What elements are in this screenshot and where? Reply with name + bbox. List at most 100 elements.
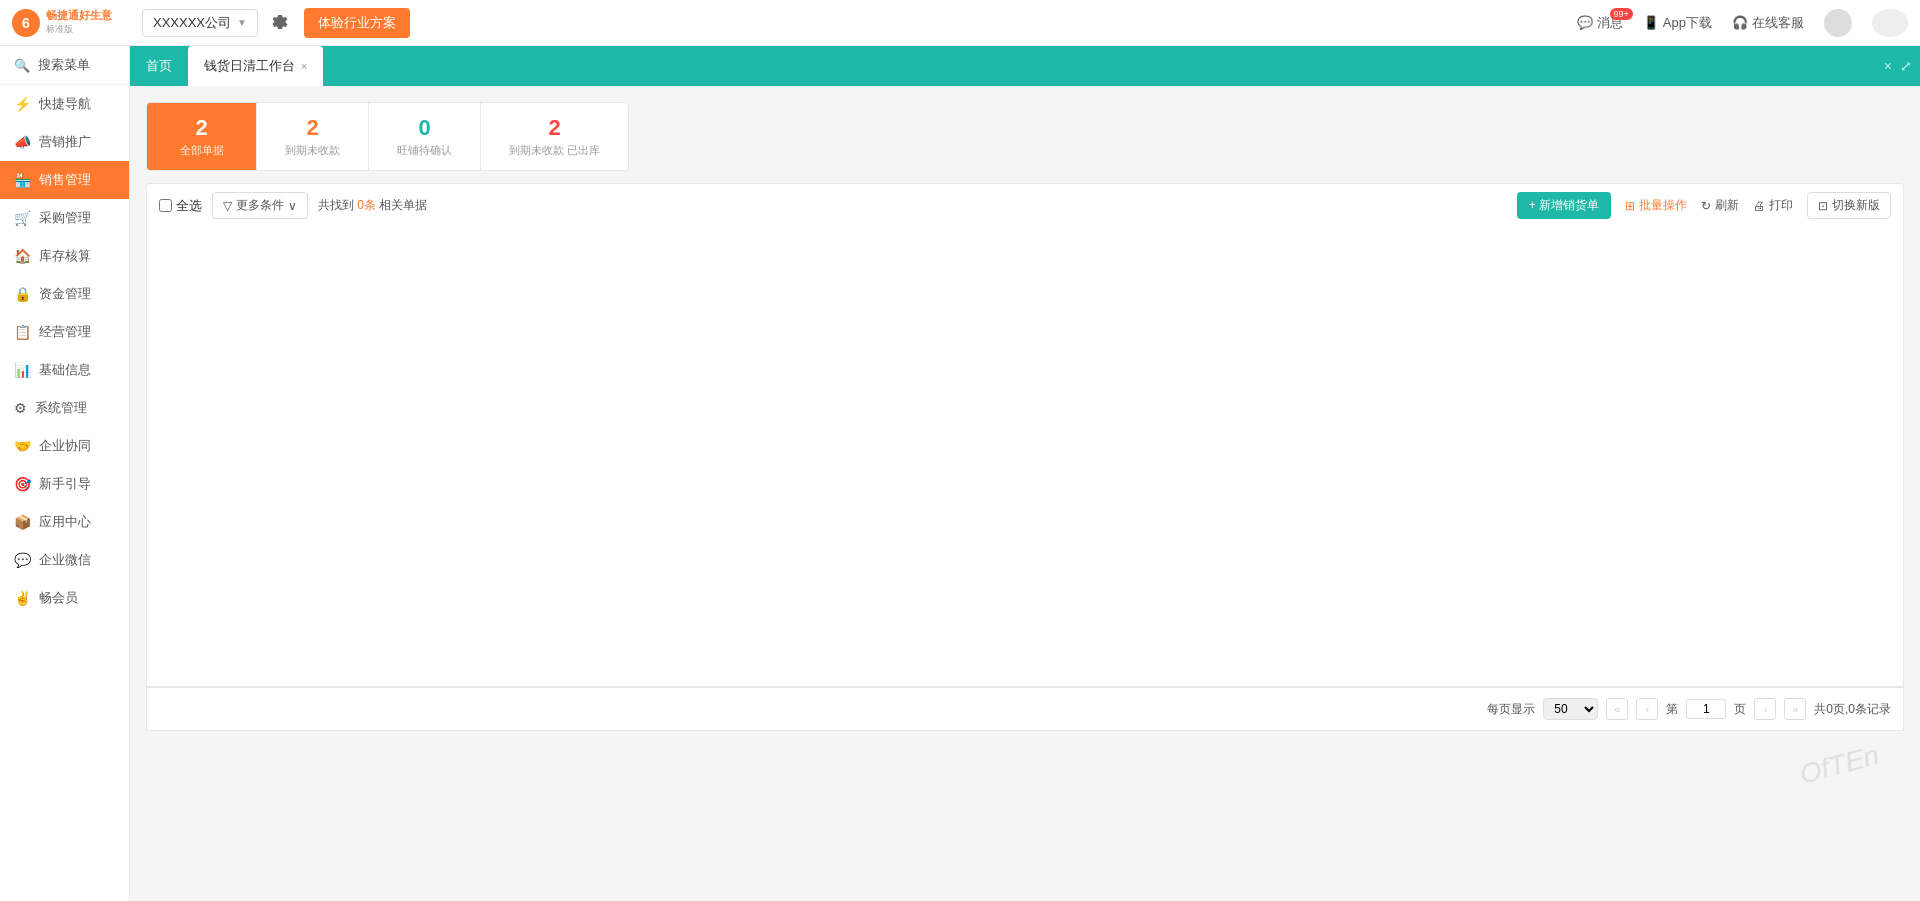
search-icon: 🔍 bbox=[14, 58, 30, 73]
print-icon: 🖨 bbox=[1753, 199, 1765, 213]
tab-label-active: 钱货日清工作台 bbox=[204, 57, 295, 75]
next-page-btn[interactable]: › bbox=[1754, 698, 1776, 720]
sidebar: 🔍 搜索菜单 ⚡ 快捷导航 📣 营销推广 🏪 销售管理 🛒 采购管理 🏠 库存核… bbox=[0, 46, 130, 901]
sidebar-label-quick-nav: 快捷导航 bbox=[39, 95, 91, 113]
logo-subtitle: 标准版 bbox=[46, 23, 112, 36]
per-page-label: 每页显示 bbox=[1487, 701, 1535, 718]
filter-dropdown-icon: ∨ bbox=[288, 199, 297, 213]
sidebar-item-wechat[interactable]: 💬 企业微信 bbox=[0, 541, 129, 579]
app-download-button[interactable]: 📱 App下载 bbox=[1643, 14, 1712, 32]
refresh-icon: ↻ bbox=[1701, 199, 1711, 213]
sidebar-label-marketing: 营销推广 bbox=[39, 133, 91, 151]
filter-button[interactable]: ▽ 更多条件 ∨ bbox=[212, 192, 308, 219]
select-all-checkbox[interactable] bbox=[159, 199, 172, 212]
table-icon: 📊 bbox=[14, 362, 31, 378]
top-header: 6 畅捷通好生意 标准版 XXXXXX公司 ▼ 体验行业方案 💬 消息 99+ … bbox=[0, 0, 1920, 46]
sidebar-item-guide[interactable]: 🎯 新手引导 bbox=[0, 465, 129, 503]
lightning-icon: ⚡ bbox=[14, 96, 31, 112]
switch-version-button[interactable]: ⊡ 切换新版 bbox=[1807, 192, 1891, 219]
search-menu[interactable]: 🔍 搜索菜单 bbox=[0, 46, 129, 85]
filter-label: 更多条件 bbox=[236, 197, 284, 214]
stat-tab-overdue-unshipped[interactable]: 2 到期未收款 已出库 bbox=[481, 103, 628, 170]
sidebar-label-purchase: 采购管理 bbox=[39, 209, 91, 227]
sidebar-item-sales[interactable]: 🏪 销售管理 bbox=[0, 161, 129, 199]
sidebar-item-funds[interactable]: 🔒 资金管理 bbox=[0, 275, 129, 313]
sidebar-item-purchase[interactable]: 🛒 采购管理 bbox=[0, 199, 129, 237]
maximize-window-icon[interactable]: ⤢ bbox=[1900, 58, 1912, 74]
sidebar-item-enterprise[interactable]: 🤝 企业协同 bbox=[0, 427, 129, 465]
online-service-button[interactable]: 🎧 在线客服 bbox=[1732, 14, 1804, 32]
pagination-summary: 共0页,0条记录 bbox=[1814, 701, 1891, 718]
sidebar-item-marketing[interactable]: 📣 营销推广 bbox=[0, 123, 129, 161]
company-dropdown-icon: ▼ bbox=[237, 17, 247, 28]
select-all-text: 全选 bbox=[176, 197, 202, 215]
sidebar-item-operations[interactable]: 📋 经营管理 bbox=[0, 313, 129, 351]
print-label: 打印 bbox=[1769, 197, 1793, 214]
sidebar-item-inventory[interactable]: 🏠 库存核算 bbox=[0, 237, 129, 275]
nav-tabs-actions: × ⤢ bbox=[1884, 58, 1920, 74]
page-number-input[interactable] bbox=[1686, 699, 1726, 719]
new-order-button[interactable]: + 新增销货单 bbox=[1517, 192, 1611, 219]
per-page-select[interactable]: 50 20 100 bbox=[1543, 698, 1598, 720]
company-selector[interactable]: XXXXXX公司 ▼ bbox=[142, 9, 258, 37]
phone-icon: 📱 bbox=[1643, 15, 1659, 30]
toolbar: 全选 ▽ 更多条件 ∨ 共找到 0条 相关单据 + 新增销货单 ⊞ 批量操作 ↻… bbox=[146, 183, 1904, 227]
avatar-extra bbox=[1872, 9, 1908, 37]
sidebar-label-enterprise: 企业协同 bbox=[39, 437, 91, 455]
batch-label: 批量操作 bbox=[1639, 197, 1687, 214]
tab-home[interactable]: 首页 bbox=[130, 46, 188, 86]
experience-btn[interactable]: 体验行业方案 bbox=[304, 8, 410, 38]
settings-button[interactable] bbox=[266, 9, 294, 37]
switch-label: 切换新版 bbox=[1832, 197, 1880, 214]
app-download-label: App下载 bbox=[1663, 14, 1712, 32]
last-page-btn[interactable]: » bbox=[1784, 698, 1806, 720]
stat-num-all: 2 bbox=[175, 115, 228, 141]
sidebar-label-funds: 资金管理 bbox=[39, 285, 91, 303]
logo-area: 6 畅捷通好生意 标准版 bbox=[12, 9, 142, 37]
cart-icon: 🛒 bbox=[14, 210, 31, 226]
logo-text-block: 畅捷通好生意 标准版 bbox=[46, 9, 112, 35]
home-icon: 🏠 bbox=[14, 248, 31, 264]
gear-icon: ⚙ bbox=[14, 400, 27, 416]
lock-icon: 🔒 bbox=[14, 286, 31, 302]
batch-icon: ⊞ bbox=[1625, 199, 1635, 213]
main-content: 2 全部单据 2 到期未收款 0 旺铺待确认 2 到期未收款 已出库 全选 ▽ … bbox=[130, 86, 1920, 901]
sidebar-item-app-center[interactable]: 📦 应用中心 bbox=[0, 503, 129, 541]
headset-icon: 🎧 bbox=[1732, 15, 1748, 30]
sidebar-label-wechat: 企业微信 bbox=[39, 551, 91, 569]
prev-page-btn[interactable]: ‹ bbox=[1636, 698, 1658, 720]
print-button[interactable]: 🖨 打印 bbox=[1753, 197, 1793, 214]
sidebar-label-operations: 经营管理 bbox=[39, 323, 91, 341]
switch-icon: ⊡ bbox=[1818, 199, 1828, 213]
stat-tab-all[interactable]: 2 全部单据 bbox=[147, 103, 257, 170]
search-menu-label: 搜索菜单 bbox=[38, 56, 90, 74]
tab-close-icon[interactable]: × bbox=[301, 60, 307, 72]
select-all-label[interactable]: 全选 bbox=[159, 197, 202, 215]
sidebar-item-member[interactable]: ✌ 畅会员 bbox=[0, 579, 129, 617]
sidebar-item-quick-nav[interactable]: ⚡ 快捷导航 bbox=[0, 85, 129, 123]
stat-label-overdue-unpaid: 到期未收款 bbox=[285, 143, 340, 158]
close-window-icon[interactable]: × bbox=[1884, 58, 1892, 74]
refresh-button[interactable]: ↻ 刷新 bbox=[1701, 197, 1739, 214]
toolbar-left: 全选 ▽ 更多条件 ∨ 共找到 0条 相关单据 bbox=[159, 192, 427, 219]
store-icon: 🏪 bbox=[14, 172, 31, 188]
target-icon: 🎯 bbox=[14, 476, 31, 492]
sidebar-label-app-center: 应用中心 bbox=[39, 513, 91, 531]
sidebar-item-basic[interactable]: 📊 基础信息 bbox=[0, 351, 129, 389]
tab-active[interactable]: 钱货日清工作台 × bbox=[188, 46, 323, 86]
avatar[interactable] bbox=[1824, 9, 1852, 37]
table-area bbox=[146, 227, 1904, 687]
found-text: 共找到 0条 相关单据 bbox=[318, 197, 427, 214]
messages-button[interactable]: 💬 消息 99+ bbox=[1577, 14, 1623, 32]
first-page-btn[interactable]: « bbox=[1606, 698, 1628, 720]
stat-tab-overdue-unpaid[interactable]: 2 到期未收款 bbox=[257, 103, 369, 170]
sidebar-item-system[interactable]: ⚙ 系统管理 bbox=[0, 389, 129, 427]
sidebar-label-member: 畅会员 bbox=[39, 589, 78, 607]
stat-tab-wangpu[interactable]: 0 旺铺待确认 bbox=[369, 103, 481, 170]
stat-num-wangpu: 0 bbox=[397, 115, 452, 141]
sidebar-label-sales: 销售管理 bbox=[39, 171, 91, 189]
online-service-label: 在线客服 bbox=[1752, 14, 1804, 32]
batch-operation-button[interactable]: ⊞ 批量操作 bbox=[1625, 197, 1687, 214]
found-count: 0条 bbox=[357, 198, 376, 212]
handshake-icon: 🤝 bbox=[14, 438, 31, 454]
